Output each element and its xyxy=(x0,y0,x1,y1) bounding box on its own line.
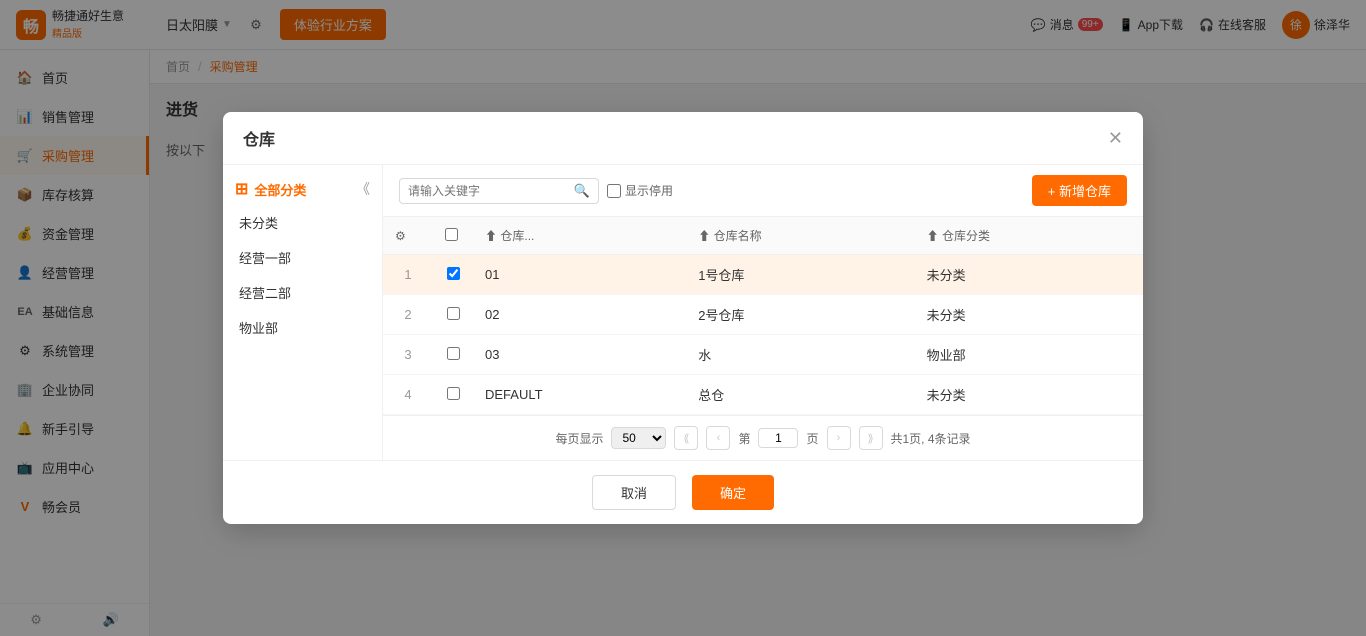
cancel-btn[interactable]: 取消 xyxy=(592,475,676,510)
row-num: 1 xyxy=(383,255,433,295)
category-item-2[interactable]: 经营二部 xyxy=(223,275,382,310)
add-warehouse-btn[interactable]: + 新增仓库 xyxy=(1032,175,1127,206)
category-label-1: 经营一部 xyxy=(239,251,291,266)
row-checkbox[interactable] xyxy=(433,255,473,295)
table-header: ⚙ ⬆ 仓库... ⬆ 仓库名称 xyxy=(383,217,1143,255)
th-name-label: 仓库名称 xyxy=(714,229,762,243)
confirm-btn[interactable]: 确定 xyxy=(692,475,774,510)
row-code: 03 xyxy=(473,335,686,375)
show-disabled-area: 显示停用 xyxy=(607,182,673,199)
th-sort-icon3: ⬆ xyxy=(927,229,939,243)
row-name: 总仓 xyxy=(686,375,914,415)
category-label-0: 未分类 xyxy=(239,216,278,231)
category-item-0[interactable]: 未分类 xyxy=(223,205,382,240)
category-item-1[interactable]: 经营一部 xyxy=(223,240,382,275)
dialog-toolbar: 🔍 显示停用 + 新增仓库 xyxy=(383,165,1143,217)
collapse-icon[interactable]: 《 xyxy=(356,179,370,199)
th-category: ⬆ 仓库分类 xyxy=(915,217,1143,255)
row-name: 1号仓库 xyxy=(686,255,914,295)
show-disabled-checkbox[interactable] xyxy=(607,184,621,198)
row-num: 4 xyxy=(383,375,433,415)
table-row[interactable]: 2 02 2号仓库 未分类 xyxy=(383,295,1143,335)
th-settings: ⚙ xyxy=(383,217,433,255)
dialog-right-content: 🔍 显示停用 + 新增仓库 ⚙ xyxy=(383,165,1143,460)
row-category: 未分类 xyxy=(915,255,1143,295)
next-page-btn[interactable]: › xyxy=(827,426,851,450)
search-icon[interactable]: 🔍 xyxy=(574,183,590,199)
row-name: 2号仓库 xyxy=(686,295,914,335)
total-info: 共1页, 4条记录 xyxy=(891,430,971,447)
category-item-3[interactable]: 物业部 xyxy=(223,310,382,345)
page-size-label: 每页显示 xyxy=(555,430,603,447)
dialog-footer: 取消 确定 xyxy=(223,460,1143,524)
th-checkbox xyxy=(433,217,473,255)
th-sort-icon2: ⬆ xyxy=(698,229,710,243)
show-disabled-label: 显示停用 xyxy=(625,182,673,199)
search-box: 🔍 xyxy=(399,178,599,204)
warehouse-dialog: 仓库 ✕ ⊞ 全部分类 《 未分类 经营一部 经营二部 物业部 xyxy=(223,112,1143,524)
dialog-close-icon[interactable]: ✕ xyxy=(1108,128,1123,149)
category-label-2: 经营二部 xyxy=(239,286,291,301)
table: ⚙ ⬆ 仓库... ⬆ 仓库名称 xyxy=(383,217,1143,415)
table-row[interactable]: 1 01 1号仓库 未分类 xyxy=(383,255,1143,295)
table-row[interactable]: 3 03 水 物业部 xyxy=(383,335,1143,375)
category-header: ⊞ 全部分类 《 xyxy=(223,173,382,205)
row-checkbox[interactable] xyxy=(433,335,473,375)
select-all-checkbox[interactable] xyxy=(445,228,458,241)
prev-page-btn[interactable]: ‹ xyxy=(706,426,730,450)
th-code-label: 仓库... xyxy=(500,229,534,243)
row-num: 2 xyxy=(383,295,433,335)
th-name: ⬆ 仓库名称 xyxy=(686,217,914,255)
row-category: 物业部 xyxy=(915,335,1143,375)
settings-icon: ⚙ xyxy=(395,229,406,243)
page-suffix: 页 xyxy=(806,430,818,447)
row-code: DEFAULT xyxy=(473,375,686,415)
dialog-header: 仓库 ✕ xyxy=(223,112,1143,165)
row-num: 3 xyxy=(383,335,433,375)
last-page-btn[interactable]: ⟫ xyxy=(859,426,883,450)
th-code: ⬆ 仓库... xyxy=(473,217,686,255)
table-row[interactable]: 4 DEFAULT 总仓 未分类 xyxy=(383,375,1143,415)
row-checkbox[interactable] xyxy=(433,375,473,415)
first-page-btn[interactable]: ⟪ xyxy=(674,426,698,450)
category-panel: ⊞ 全部分类 《 未分类 经营一部 经营二部 物业部 xyxy=(223,165,383,460)
category-all-label: 全部分类 xyxy=(254,180,306,199)
page-size-select[interactable]: 50 100 xyxy=(611,427,666,449)
grid-icon: ⊞ xyxy=(235,179,248,199)
search-input[interactable] xyxy=(408,184,574,198)
category-label-3: 物业部 xyxy=(239,321,278,336)
pagination: 每页显示 50 100 ⟪ ‹ 第 页 › ⟫ 共1页, 4条记录 xyxy=(383,415,1143,460)
row-code: 02 xyxy=(473,295,686,335)
sort-icon: ⬆ xyxy=(485,229,497,243)
dialog-title: 仓库 xyxy=(243,126,275,150)
row-checkbox[interactable] xyxy=(433,295,473,335)
category-all-btn[interactable]: ⊞ 全部分类 xyxy=(235,179,306,199)
dialog-body: ⊞ 全部分类 《 未分类 经营一部 经营二部 物业部 xyxy=(223,165,1143,460)
warehouse-table: ⚙ ⬆ 仓库... ⬆ 仓库名称 xyxy=(383,217,1143,415)
page-label: 第 xyxy=(738,430,750,447)
table-body: 1 01 1号仓库 未分类 2 02 2号仓库 未分类 3 03 水 物业部 4… xyxy=(383,255,1143,415)
row-name: 水 xyxy=(686,335,914,375)
row-code: 01 xyxy=(473,255,686,295)
th-category-label: 仓库分类 xyxy=(942,229,990,243)
page-input[interactable] xyxy=(758,428,798,448)
row-category: 未分类 xyxy=(915,375,1143,415)
row-category: 未分类 xyxy=(915,295,1143,335)
